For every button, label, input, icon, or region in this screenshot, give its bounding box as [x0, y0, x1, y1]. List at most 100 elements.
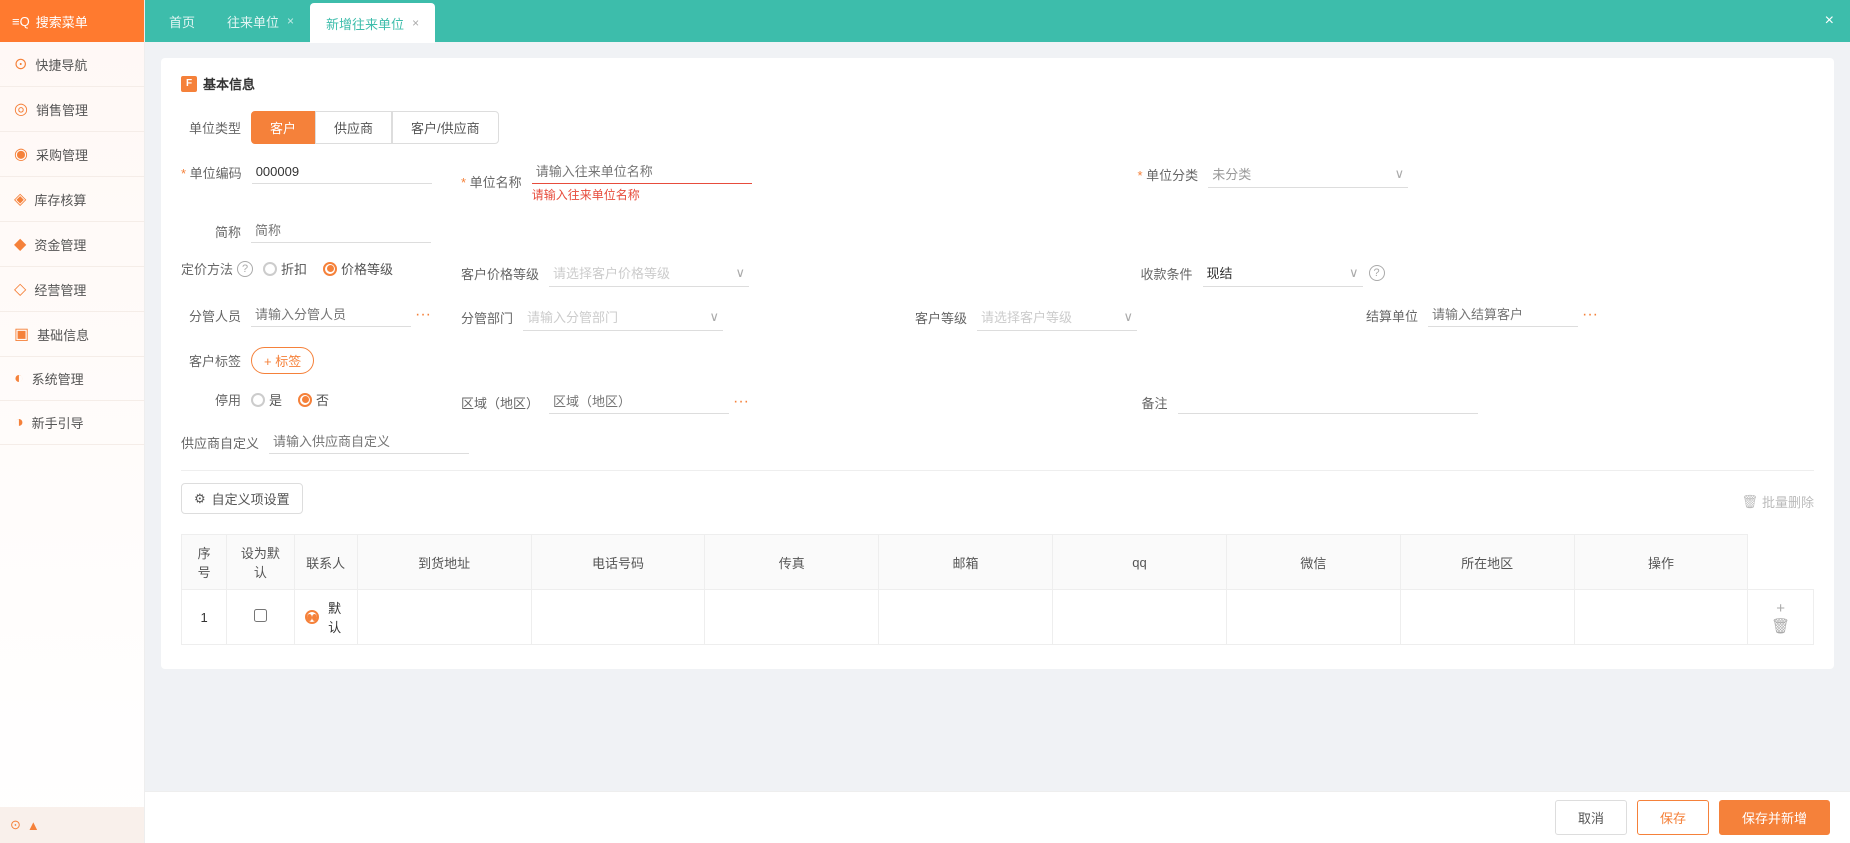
contacts-table: 序号设为默认联系人到货地址电话号码传真邮箱qq微信所在地区操作 1 默认 + 🗑	[181, 534, 1814, 645]
region-input[interactable]	[549, 390, 729, 414]
phone-input[interactable]	[715, 610, 868, 625]
radio-price-level[interactable]: 价格等级	[323, 259, 393, 278]
code-name-row: 单位编码 000009 单位名称 请输入往来单位名称 单位分类 未分类	[181, 160, 1814, 203]
radio-discount[interactable]: 折扣	[263, 259, 307, 278]
tab-bar-close-all[interactable]: ×	[1817, 8, 1842, 34]
row-checkbox[interactable]	[227, 590, 294, 645]
radio-yes-circle	[251, 393, 265, 407]
sidebar-item-inventory[interactable]: ◈库存核算	[0, 177, 144, 222]
table-column-header: 微信	[1226, 535, 1400, 590]
save-button[interactable]: 保存	[1637, 800, 1709, 835]
tags-field: 客户标签 + 标签	[181, 347, 1814, 374]
sidebar-item-operations[interactable]: ◇经营管理	[0, 267, 144, 312]
code-input[interactable]: 000009	[252, 160, 432, 184]
pricing-help-icon[interactable]: ?	[237, 261, 253, 277]
dept-select[interactable]: 请输入分管部门 ∨	[523, 303, 723, 331]
cancel-button[interactable]: 取消	[1555, 800, 1627, 835]
tab-new-contact-close[interactable]: ×	[412, 16, 419, 30]
address-input[interactable]	[542, 610, 695, 625]
name-field: 单位名称 请输入往来单位名称	[461, 160, 1138, 203]
sidebar-sales-icon: ◎	[14, 99, 28, 119]
fax-input[interactable]	[889, 610, 1042, 625]
sidebar-item-purchase[interactable]: ◉采购管理	[0, 132, 144, 177]
row-contact[interactable]	[357, 590, 531, 645]
tab-contacts[interactable]: 往来单位 ×	[211, 0, 310, 42]
qq-input[interactable]	[1237, 610, 1390, 625]
remarks-input[interactable]	[1178, 390, 1478, 414]
sidebar-item-newbie[interactable]: ◑新手引导	[0, 401, 144, 445]
payment-terms-select[interactable]: 现结 ∨	[1203, 259, 1363, 287]
row-region-input[interactable]	[1585, 610, 1738, 625]
add-tag-button[interactable]: + 标签	[251, 347, 314, 374]
price-level-field: 客户价格等级 请选择客户价格等级 ∨	[461, 259, 1138, 287]
disable-field: 停用 是 否	[181, 390, 461, 409]
customer-level-field: 客户等级 请选择客户等级 ∨	[912, 303, 1363, 331]
tab-new-contact[interactable]: 新增往来单位 ×	[310, 3, 435, 43]
shortname-input[interactable]	[251, 219, 431, 243]
name-input[interactable]	[532, 160, 752, 184]
row-wechat[interactable]	[1400, 590, 1574, 645]
category-select[interactable]: 未分类 ∨	[1208, 160, 1408, 188]
sidebar-inventory-icon: ◈	[14, 189, 26, 209]
contact-input[interactable]	[368, 610, 521, 625]
email-input[interactable]	[1063, 610, 1216, 625]
shortname-field: 简称	[181, 219, 461, 243]
row-checkbox-input[interactable]	[254, 609, 267, 622]
settlement-input[interactable]	[1428, 303, 1578, 327]
price-level-select[interactable]: 请选择客户价格等级 ∨	[549, 259, 749, 287]
radio-yes[interactable]: 是	[251, 390, 282, 409]
save-new-button[interactable]: 保存并新增	[1719, 800, 1830, 835]
unit-type-btn-0[interactable]: 客户	[251, 111, 315, 144]
wechat-input[interactable]	[1411, 610, 1564, 625]
row-index: 1	[182, 590, 227, 645]
custom-settings-button[interactable]: ⚙ 自定义项设置	[181, 483, 303, 514]
row-qq[interactable]	[1226, 590, 1400, 645]
customer-level-select[interactable]: 请选择客户等级 ∨	[977, 303, 1137, 331]
tab-contacts-close[interactable]: ×	[287, 14, 294, 28]
row-address[interactable]	[531, 590, 705, 645]
radio-no[interactable]: 否	[298, 390, 329, 409]
region-more-button[interactable]: ···	[729, 393, 753, 411]
table-column-header: 序号	[182, 535, 227, 590]
dept-label: 分管部门	[461, 308, 523, 327]
search-icon: ≡Q	[12, 14, 30, 29]
manager-more-button[interactable]: ···	[411, 306, 435, 324]
sidebar-item-finance[interactable]: ◆资金管理	[0, 222, 144, 267]
supplier-custom-input[interactable]	[269, 430, 469, 454]
category-field: 单位分类 未分类 ∨	[1138, 160, 1815, 188]
section-divider	[181, 470, 1814, 471]
content-area: F 基本信息 单位类型 客户供应商客户/供应商 单位编码 000009	[145, 42, 1850, 791]
row-delete-button[interactable]: 🗑	[1767, 618, 1794, 635]
table-column-header: qq	[1052, 535, 1226, 590]
row-region[interactable]	[1574, 590, 1748, 645]
sidebar-item-quicknav[interactable]: ⊙快捷导航	[0, 42, 144, 87]
payment-terms-help-icon[interactable]: ?	[1369, 265, 1385, 281]
name-label: 单位名称	[461, 172, 532, 191]
row-fax[interactable]	[879, 590, 1053, 645]
unit-type-btn-1[interactable]: 供应商	[315, 111, 392, 144]
customer-level-label: 客户等级	[912, 308, 977, 327]
batch-delete-button[interactable]: 🗑 批量删除	[1741, 492, 1814, 511]
tags-label: 客户标签	[181, 351, 251, 370]
row-phone[interactable]	[705, 590, 879, 645]
section-title: F 基本信息	[181, 74, 1814, 93]
row-email[interactable]	[1052, 590, 1226, 645]
code-field: 单位编码 000009	[181, 160, 461, 184]
settlement-more-button[interactable]: ···	[1578, 306, 1602, 324]
table-row: 1 默认 + 🗑	[182, 590, 1814, 645]
batch-delete-icon: 🗑	[1741, 494, 1758, 510]
sidebar-item-base[interactable]: ▣基础信息	[0, 312, 144, 357]
row-actions: + 🗑	[1748, 590, 1814, 645]
unit-type-btn-2[interactable]: 客户/供应商	[392, 111, 499, 144]
payment-terms-field: 收款条件 现结 ∨ ?	[1138, 259, 1815, 287]
sidebar-item-system[interactable]: ◐系统管理	[0, 357, 144, 401]
manager-input[interactable]	[251, 303, 411, 327]
table-column-header: 电话号码	[531, 535, 705, 590]
table-column-header: 到货地址	[357, 535, 531, 590]
remarks-field: 备注	[1138, 390, 1815, 414]
sidebar-search[interactable]: ≡Q 搜索菜单	[0, 0, 144, 42]
sidebar-item-sales[interactable]: ◎销售管理	[0, 87, 144, 132]
tab-home[interactable]: 首页	[153, 0, 211, 42]
row-add-button[interactable]: +	[1772, 600, 1789, 617]
sidebar: ≡Q 搜索菜单 ⊙快捷导航◎销售管理◉采购管理◈库存核算◆资金管理◇经营管理▣基…	[0, 0, 145, 843]
